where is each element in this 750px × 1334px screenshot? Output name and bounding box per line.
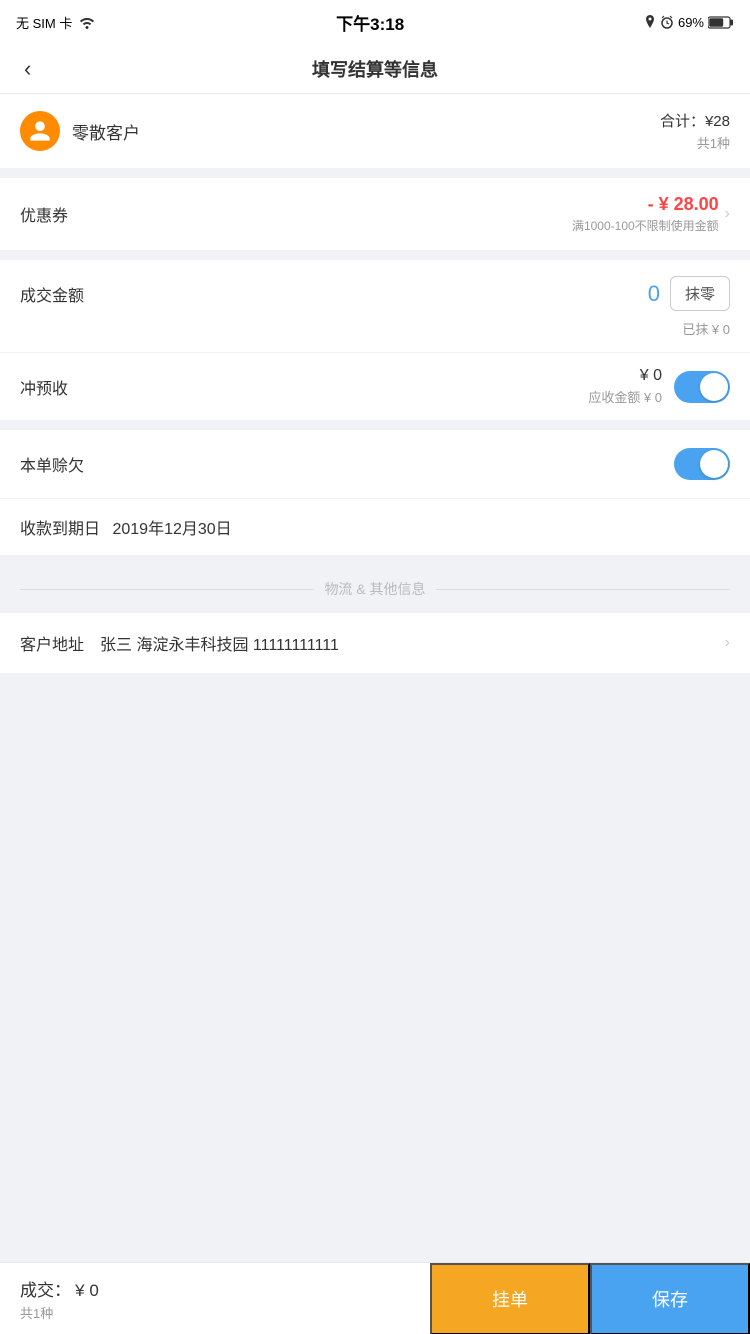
- person-icon: [28, 119, 52, 143]
- toggle-knob: [700, 373, 728, 401]
- customer-left: 零散客户: [20, 111, 140, 151]
- avatar: [20, 111, 60, 151]
- address-section[interactable]: 客户地址 张三 海淀永丰科技园 11111111111 ›: [0, 613, 750, 673]
- address-row[interactable]: 客户地址 张三 海淀永丰科技园 11111111111 ›: [0, 613, 750, 673]
- customer-name: 零散客户: [72, 119, 140, 144]
- customer-row: 零散客户 合计：¥28 共1种: [0, 94, 750, 168]
- debt-section: 本单赊欠 收款到期日 2019年12月30日: [0, 430, 750, 555]
- customer-section: 零散客户 合计：¥28 共1种: [0, 94, 750, 168]
- coupon-section[interactable]: 优惠券 - ¥ 28.00 满1000-100不限制使用金额 ›: [0, 178, 750, 250]
- debt-toggle[interactable]: [674, 448, 730, 480]
- deal-amount-value: 0: [648, 281, 660, 307]
- deal-amount-label: 成交金额: [20, 282, 84, 306]
- content: 零散客户 合计：¥28 共1种 优惠券 - ¥ 28.00 满1000-100不…: [0, 94, 750, 763]
- status-right: 69%: [644, 15, 734, 30]
- status-left: 无 SIM 卡: [16, 13, 96, 32]
- coupon-desc: 满1000-100不限制使用金额: [572, 217, 719, 234]
- debt-row: 本单赊欠: [0, 430, 750, 498]
- battery-label: 69%: [678, 15, 704, 30]
- deal-amount-row: 成交金额 0 抹零: [0, 260, 750, 319]
- address-chevron: ›: [725, 634, 730, 652]
- bottom-bar: 成交： ¥ 0 共1种 挂单 保存: [0, 1262, 750, 1334]
- coupon-chevron: ›: [725, 205, 730, 223]
- location-icon: [644, 15, 656, 29]
- logistics-line-right: [436, 589, 730, 590]
- address-label: 客户地址: [20, 631, 84, 655]
- bottom-deal-value: ¥ 0: [75, 1281, 99, 1300]
- save-button[interactable]: 保存: [590, 1263, 750, 1334]
- prepay-amount-block: ¥ 0 应收金额 ¥ 0: [588, 367, 662, 406]
- status-time: 下午3:18: [336, 10, 404, 35]
- address-value: 张三 海淀永丰科技园 11111111111: [100, 631, 725, 655]
- due-date-value: 2019年12月30日: [112, 521, 231, 538]
- logistics-section: 物流 & 其他信息: [0, 565, 750, 613]
- due-date-row: 收款到期日 2019年12月30日: [0, 498, 750, 555]
- deal-sub: 已抹 ¥ 0: [0, 319, 750, 352]
- page-title: 填写结算等信息: [312, 56, 438, 82]
- back-button[interactable]: ‹: [16, 48, 39, 90]
- due-date-label: 收款到期日: [20, 521, 100, 538]
- logistics-divider: 物流 & 其他信息: [20, 579, 730, 599]
- customer-total: 合计：¥28: [660, 110, 730, 131]
- coupon-label: 优惠券: [20, 202, 68, 226]
- bottom-count: 共1种: [20, 1303, 410, 1322]
- round-button[interactable]: 抹零: [670, 276, 730, 311]
- coupon-row[interactable]: 优惠券 - ¥ 28.00 满1000-100不限制使用金额 ›: [0, 178, 750, 250]
- logistics-label: 物流 & 其他信息: [324, 579, 425, 599]
- customer-right: 合计：¥28 共1种: [660, 110, 730, 152]
- prepay-label: 冲预收: [20, 375, 68, 399]
- nav-bar: ‹ 填写结算等信息: [0, 44, 750, 94]
- customer-count: 共1种: [660, 133, 730, 152]
- deal-section: 成交金额 0 抹零 已抹 ¥ 0 冲预收 ¥ 0 应收金额 ¥ 0: [0, 260, 750, 420]
- alarm-icon: [660, 15, 674, 29]
- bottom-info: 成交： ¥ 0 共1种: [0, 1276, 430, 1322]
- prepay-sub: 应收金额 ¥ 0: [588, 387, 662, 406]
- bottom-deal-label: 成交：: [20, 1281, 71, 1300]
- wifi-icon: [78, 15, 96, 29]
- debt-toggle-knob: [700, 450, 728, 478]
- coupon-amount: - ¥ 28.00: [572, 194, 719, 215]
- debt-label: 本单赊欠: [20, 452, 84, 476]
- deal-amount-right: 0 抹零: [648, 276, 730, 311]
- bottom-deal-row: 成交： ¥ 0: [20, 1276, 410, 1301]
- prepay-toggle[interactable]: [674, 371, 730, 403]
- no-sim-label: 无 SIM 卡: [16, 13, 72, 32]
- logistics-line-left: [20, 589, 314, 590]
- coupon-right: - ¥ 28.00 满1000-100不限制使用金额 ›: [572, 194, 730, 234]
- prepay-row: 冲预收 ¥ 0 应收金额 ¥ 0: [0, 352, 750, 420]
- hold-button[interactable]: 挂单: [430, 1263, 590, 1334]
- prepay-right: ¥ 0 应收金额 ¥ 0: [588, 367, 730, 406]
- prepay-amount: ¥ 0: [588, 367, 662, 385]
- status-bar: 无 SIM 卡 下午3:18 69%: [0, 0, 750, 44]
- battery-icon: [708, 16, 734, 29]
